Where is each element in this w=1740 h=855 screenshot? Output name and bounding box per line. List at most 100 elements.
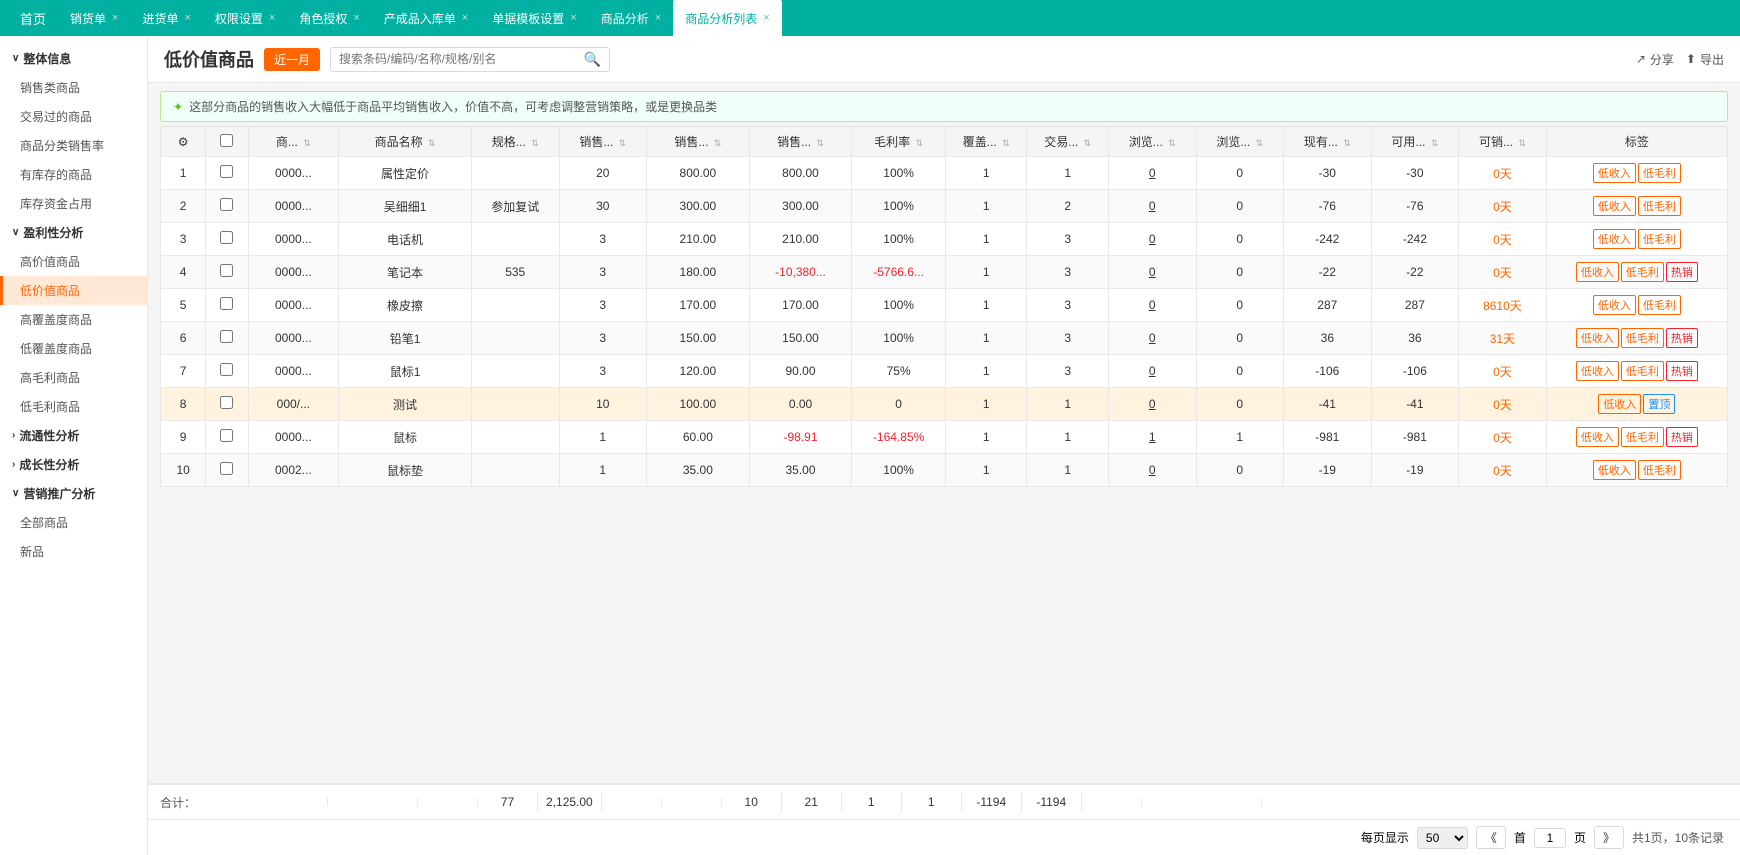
coverage-col-header[interactable]: 覆盖... ⇅	[945, 127, 1027, 157]
search-input[interactable]	[339, 52, 584, 66]
close-icon[interactable]: ×	[655, 12, 661, 24]
nav-tab-sales[interactable]: 销货单 ×	[58, 0, 130, 36]
sidebar-item-all-products[interactable]: 全部商品	[0, 508, 147, 537]
browse-link[interactable]: 0	[1149, 331, 1156, 345]
settings-col-header[interactable]: ⚙	[161, 127, 206, 157]
row-browse2: 0	[1196, 388, 1284, 421]
browse-link[interactable]: 0	[1149, 199, 1156, 213]
close-icon[interactable]: ×	[184, 12, 190, 24]
search-icon[interactable]: 🔍	[584, 51, 601, 68]
row-checkbox-cell	[206, 190, 248, 223]
row-checkbox[interactable]	[220, 429, 233, 442]
code-col-header[interactable]: 商... ⇅	[248, 127, 339, 157]
tag-badge: 低收入	[1576, 262, 1619, 282]
row-code: 0000...	[248, 289, 339, 322]
export-button[interactable]: ⬆ 导出	[1686, 51, 1724, 68]
sidebar-item-low-coverage[interactable]: 低覆盖度商品	[0, 334, 147, 363]
browse-link[interactable]: 0	[1149, 166, 1156, 180]
row-browse2: 0	[1196, 223, 1284, 256]
current-col-header[interactable]: 现有... ⇅	[1284, 127, 1372, 157]
sidebar-section-growth[interactable]: › 成长性分析	[0, 450, 147, 479]
row-checkbox[interactable]	[220, 264, 233, 277]
nav-tab-home[interactable]: 首页	[8, 0, 58, 36]
row-checkbox[interactable]	[220, 462, 233, 475]
sidebar-item-low-margin[interactable]: 低毛利商品	[0, 392, 147, 421]
browse-link[interactable]: 0	[1149, 298, 1156, 312]
row-code: 0000...	[248, 322, 339, 355]
row-checkbox[interactable]	[220, 396, 233, 409]
sidebar-item-high-value[interactable]: 高价值商品	[0, 247, 147, 276]
nav-tab-inventory[interactable]: 产成品入库单 ×	[372, 0, 480, 36]
row-trade: 1	[1027, 388, 1109, 421]
close-icon[interactable]: ×	[763, 12, 769, 24]
share-button[interactable]: ↗ 分享	[1636, 51, 1674, 68]
sidebar-item-traded-products[interactable]: 交易过的商品	[0, 102, 147, 131]
row-spec	[471, 454, 559, 487]
sales-amt-col-header[interactable]: 销售... ⇅	[647, 127, 750, 157]
select-all-checkbox[interactable]	[220, 134, 233, 147]
filter-period-button[interactable]: 近一月	[264, 48, 320, 71]
table-wrapper[interactable]: ⚙ 商... ⇅ 商品名称 ⇅ 规格... ⇅ 销售... ⇅ 销售... ⇅ …	[160, 126, 1728, 783]
close-icon[interactable]: ×	[570, 12, 576, 24]
nav-tab-purchase[interactable]: 进货单 ×	[130, 0, 202, 36]
sidebar-collapse-btn[interactable]: ‹‹	[147, 364, 148, 388]
row-checkbox[interactable]	[220, 330, 233, 343]
first-page-button[interactable]: 《	[1476, 826, 1506, 849]
sidebar-item-high-margin[interactable]: 高毛利商品	[0, 363, 147, 392]
browse-link[interactable]: 0	[1149, 232, 1156, 246]
browse1-col-header[interactable]: 浏览... ⇅	[1108, 127, 1196, 157]
sidebar-section-profitability[interactable]: ∨ 盈利性分析	[0, 218, 147, 247]
sidebar-item-low-value[interactable]: 低价值商品	[0, 276, 147, 305]
nav-tab-analysis-list[interactable]: 商品分析列表 ×	[673, 0, 781, 36]
per-page-select[interactable]: 50 100 200	[1417, 827, 1468, 849]
row-checkbox[interactable]	[220, 198, 233, 211]
sellable-col-header[interactable]: 可销... ⇅	[1459, 127, 1547, 157]
nav-tab-roles[interactable]: 角色授权 ×	[287, 0, 371, 36]
row-sales-amt: 800.00	[647, 157, 750, 190]
sidebar-item-sales-products[interactable]: 销售类商品	[0, 73, 147, 102]
available-col-header[interactable]: 可用... ⇅	[1371, 127, 1459, 157]
sidebar-item-stocked-products[interactable]: 有库存的商品	[0, 160, 147, 189]
browse2-col-header[interactable]: 浏览... ⇅	[1196, 127, 1284, 157]
close-icon[interactable]: ×	[462, 12, 468, 24]
row-trade: 1	[1027, 421, 1109, 454]
tag-badge: 热销	[1666, 328, 1698, 348]
browse-link[interactable]: 0	[1149, 397, 1156, 411]
sales-qty-col-header[interactable]: 销售... ⇅	[559, 127, 647, 157]
sidebar-section-overview[interactable]: ∨ 整体信息	[0, 44, 147, 73]
margin-rate-col-header[interactable]: 毛利率 ⇅	[852, 127, 946, 157]
sales-avg-col-header[interactable]: 销售... ⇅	[749, 127, 852, 157]
sidebar-item-new-products[interactable]: 新品	[0, 537, 147, 566]
spec-col-header[interactable]: 规格... ⇅	[471, 127, 559, 157]
pagination-bar: 每页显示 50 100 200 《 首 页 》 共1页，10条记录	[148, 819, 1740, 855]
browse-link[interactable]: 1	[1149, 430, 1156, 444]
nav-tab-analysis[interactable]: 商品分析 ×	[589, 0, 673, 36]
browse-link[interactable]: 0	[1149, 463, 1156, 477]
browse-link[interactable]: 0	[1149, 265, 1156, 279]
sidebar-item-category-sales-rate[interactable]: 商品分类销售率	[0, 131, 147, 160]
row-checkbox[interactable]	[220, 165, 233, 178]
last-page-button[interactable]: 》	[1594, 826, 1624, 849]
page-number-input[interactable]	[1534, 828, 1566, 848]
sidebar-section-marketing[interactable]: ∨ 营销推广分析	[0, 479, 147, 508]
browse-link[interactable]: 0	[1149, 364, 1156, 378]
close-icon[interactable]: ×	[112, 12, 118, 24]
nav-tab-permissions[interactable]: 权限设置 ×	[203, 0, 287, 36]
row-days: 8610天	[1459, 289, 1547, 322]
sidebar-item-high-coverage[interactable]: 高覆盖度商品	[0, 305, 147, 334]
row-checkbox[interactable]	[220, 363, 233, 376]
nav-tab-templates[interactable]: 单据模板设置 ×	[480, 0, 588, 36]
tag-badge: 低毛利	[1638, 196, 1681, 216]
row-browse2: 0	[1196, 355, 1284, 388]
row-coverage: 1	[945, 256, 1027, 289]
name-col-header[interactable]: 商品名称 ⇅	[339, 127, 472, 157]
top-navigation: 首页 销货单 × 进货单 × 权限设置 × 角色授权 × 产成品入库单 × 单据…	[0, 0, 1740, 36]
row-checkbox[interactable]	[220, 297, 233, 310]
row-checkbox[interactable]	[220, 231, 233, 244]
search-box: 🔍	[330, 47, 610, 72]
sidebar-section-liquidity[interactable]: › 流通性分析	[0, 421, 147, 450]
sidebar-item-inventory-funds[interactable]: 库存资金占用	[0, 189, 147, 218]
trade-col-header[interactable]: 交易... ⇅	[1027, 127, 1109, 157]
close-icon[interactable]: ×	[353, 12, 359, 24]
close-icon[interactable]: ×	[269, 12, 275, 24]
